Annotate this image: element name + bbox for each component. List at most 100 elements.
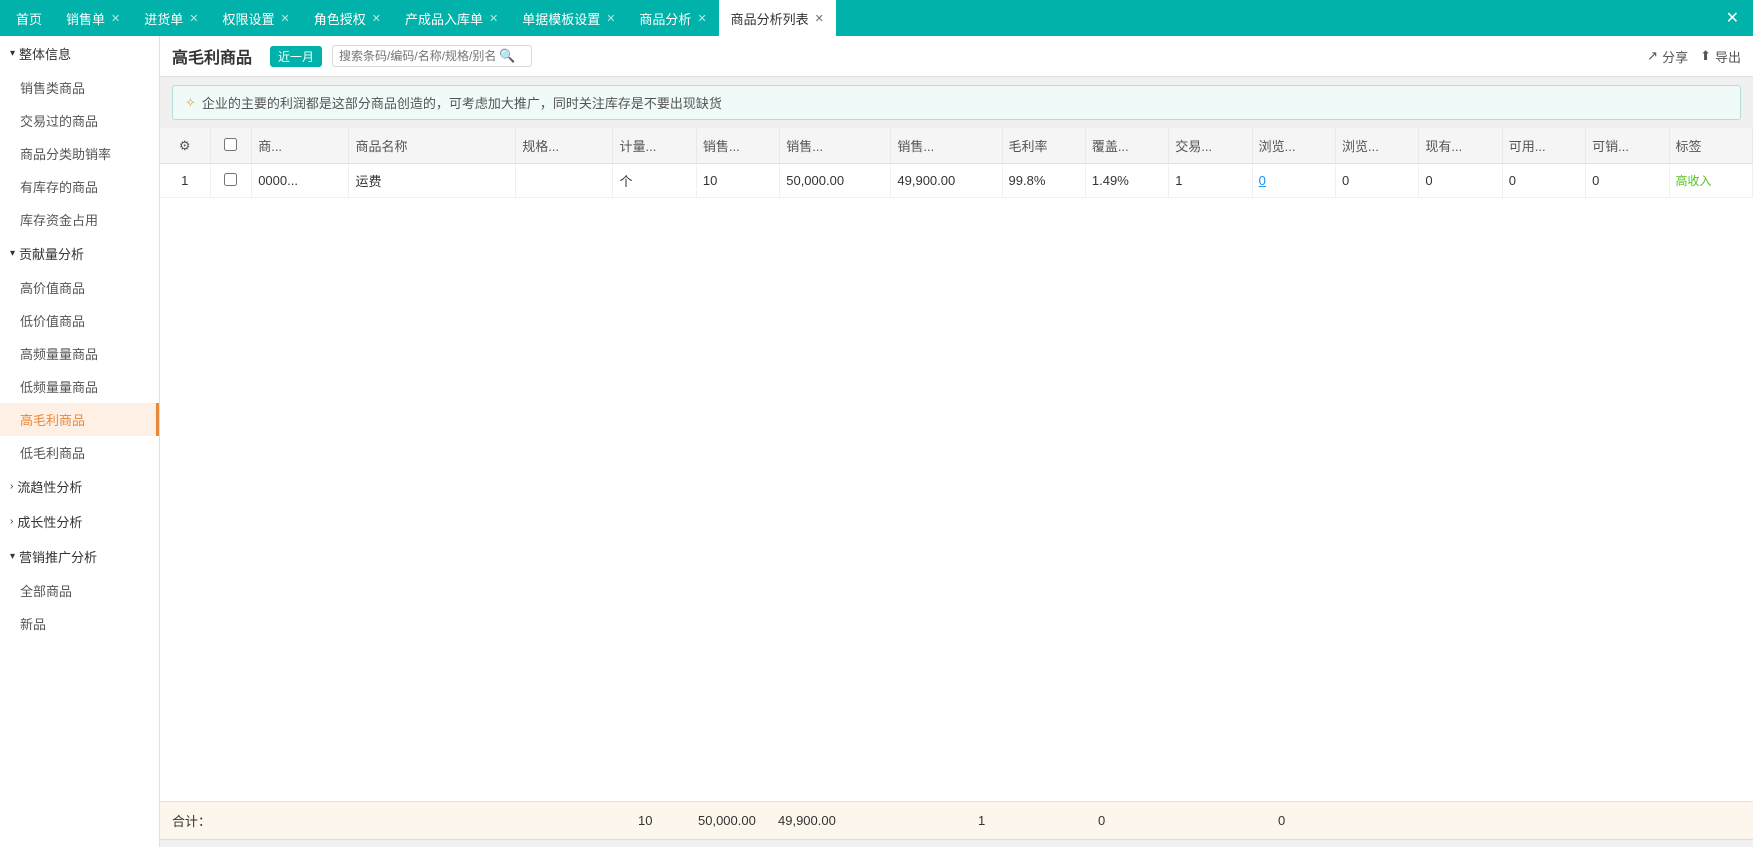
sidebar-item-low-price[interactable]: 低价值商品 <box>0 304 159 337</box>
cell-margin-rate: 99.8% <box>1002 164 1085 198</box>
col-tag: 标签 <box>1669 128 1752 164</box>
sidebar-item-all-goods[interactable]: 全部商品 <box>0 574 159 607</box>
share-icon: ↗ <box>1647 48 1658 64</box>
content-area: 高毛利商品 近一月 🔍 ↗ 分享 ⬆ 导出 ✧ 企业的主要的利润都是这部分商品创… <box>160 36 1753 847</box>
table-row: 1 0000... 运费 个 10 50,000.00 49,900.00 99… <box>160 164 1753 198</box>
cell-transaction: 1 <box>1169 164 1252 198</box>
col-margin-rate: 毛利率 <box>1002 128 1085 164</box>
period-button[interactable]: 近一月 <box>270 46 322 67</box>
footer-browse2: 0 <box>1098 813 1158 828</box>
cell-code: 0000... <box>252 164 349 198</box>
table-wrapper: ⚙ 商... 商品名称 规格... <box>160 128 1753 801</box>
cell-current-stock: 0 <box>1419 164 1502 198</box>
col-checkbox[interactable] <box>210 128 252 164</box>
footer-sellable: 0 <box>1278 813 1338 828</box>
footer-label: 合计： <box>172 811 252 830</box>
row-checkbox[interactable] <box>224 173 237 186</box>
tab-purchase[interactable]: 进货单 ✕ <box>132 0 210 36</box>
col-spec: 规格... <box>516 128 613 164</box>
close-all-button[interactable]: ✕ <box>1716 8 1749 28</box>
close-tab-analysis[interactable]: ✕ <box>697 12 706 25</box>
tab-home[interactable]: 首页 <box>4 0 54 36</box>
header-actions: ↗ 分享 ⬆ 导出 <box>1647 47 1741 66</box>
col-available: 可用... <box>1502 128 1585 164</box>
horizontal-scrollbar[interactable] <box>160 839 1753 847</box>
main-layout: ▾ 整体信息 销售类商品 交易过的商品 商品分类助销率 有库存的商品 库存资金占… <box>0 36 1753 847</box>
sidebar-group-growth[interactable]: › 成长性分析 <box>0 504 159 539</box>
browse1-link[interactable]: 0 <box>1259 173 1266 188</box>
sidebar: ▾ 整体信息 销售类商品 交易过的商品 商品分类助销率 有库存的商品 库存资金占… <box>0 36 160 847</box>
sidebar-item-high-freq[interactable]: 高频量量商品 <box>0 337 159 370</box>
data-table: ⚙ 商... 商品名称 规格... <box>160 128 1753 198</box>
sidebar-item-traded-goods[interactable]: 交易过的商品 <box>0 104 159 137</box>
col-browse2: 浏览... <box>1336 128 1419 164</box>
settings-icon[interactable]: ⚙ <box>179 138 191 153</box>
close-tab-analysis-list[interactable]: ✕ <box>815 12 824 25</box>
col-transaction: 交易... <box>1169 128 1252 164</box>
page-title: 高毛利商品 <box>172 44 252 68</box>
sidebar-item-high-price[interactable]: 高价值商品 <box>0 271 159 304</box>
sidebar-item-new-goods[interactable]: 新品 <box>0 607 159 640</box>
cell-seq: 1 <box>160 164 210 198</box>
close-tab-permissions[interactable]: ✕ <box>281 12 290 25</box>
tab-permissions[interactable]: 权限设置 ✕ <box>210 0 301 36</box>
cell-sales-qty: 10 <box>696 164 779 198</box>
sidebar-group-wealth[interactable]: ▾ 贡献量分析 <box>0 236 159 271</box>
sidebar-group-overall[interactable]: ▾ 整体信息 <box>0 36 159 71</box>
sidebar-item-category-assist[interactable]: 商品分类助销率 <box>0 137 159 170</box>
select-all-checkbox[interactable] <box>224 138 237 151</box>
sidebar-item-sales-goods[interactable]: 销售类商品 <box>0 71 159 104</box>
export-icon: ⬆ <box>1700 48 1711 64</box>
tab-sales[interactable]: 销售单 ✕ <box>54 0 132 36</box>
cell-browse1[interactable]: 0 <box>1252 164 1335 198</box>
search-input[interactable] <box>339 49 499 63</box>
col-settings[interactable]: ⚙ <box>160 128 210 164</box>
tab-product-entry[interactable]: 产成品入库单 ✕ <box>393 0 510 36</box>
sidebar-item-low-margin[interactable]: 低毛利商品 <box>0 436 159 469</box>
search-box: 🔍 <box>332 45 532 67</box>
col-sales-qty: 销售... <box>696 128 779 164</box>
share-button[interactable]: ↗ 分享 <box>1647 47 1688 66</box>
close-tab-roles[interactable]: ✕ <box>372 12 381 25</box>
tab-roles[interactable]: 角色授权 ✕ <box>302 0 393 36</box>
sidebar-group-trend[interactable]: › 流趋性分析 <box>0 469 159 504</box>
tab-analysis-list[interactable]: 商品分析列表 ✕ <box>719 0 836 36</box>
content-header: 高毛利商品 近一月 🔍 ↗ 分享 ⬆ 导出 <box>160 36 1753 77</box>
tab-template[interactable]: 单据模板设置 ✕ <box>510 0 627 36</box>
footer-sales-qty: 10 <box>638 813 698 828</box>
cell-sellable: 0 <box>1586 164 1669 198</box>
close-tab-sales[interactable]: ✕ <box>111 12 120 25</box>
search-icon[interactable]: 🔍 <box>499 48 515 64</box>
col-sales-cost: 销售... <box>891 128 1002 164</box>
close-tab-purchase[interactable]: ✕ <box>189 12 198 25</box>
close-tab-template[interactable]: ✕ <box>606 12 615 25</box>
footer-sales-amount: 50,000.00 <box>698 813 778 828</box>
cell-unit: 个 <box>613 164 696 198</box>
col-code: 商... <box>252 128 349 164</box>
sidebar-group-marketing[interactable]: ▾ 营销推广分析 <box>0 539 159 574</box>
cell-tag: 高收入 <box>1669 164 1752 198</box>
footer-sales-cost: 49,900.00 <box>778 813 858 828</box>
cell-available: 0 <box>1502 164 1585 198</box>
sidebar-item-inventory-goods[interactable]: 有库存的商品 <box>0 170 159 203</box>
arrow-wealth: ▾ <box>10 248 15 259</box>
cell-sales-amount: 50,000.00 <box>780 164 891 198</box>
table-footer: 合计： 10 50,000.00 49,900.00 1 0 0 <box>160 801 1753 839</box>
sidebar-item-inventory-ratio[interactable]: 库存资金占用 <box>0 203 159 236</box>
arrow-trend: › <box>10 481 13 492</box>
col-browse1: 浏览... <box>1252 128 1335 164</box>
col-sales-amount: 销售... <box>780 128 891 164</box>
cell-name: 运费 <box>349 164 516 198</box>
tab-analysis[interactable]: 商品分析 ✕ <box>627 0 718 36</box>
cell-spec <box>516 164 613 198</box>
tip-banner: ✧ 企业的主要的利润都是这部分商品创造的，可考虑加大推广，同时关注库存是不要出现… <box>172 85 1741 120</box>
col-unit: 计量... <box>613 128 696 164</box>
export-button[interactable]: ⬆ 导出 <box>1700 47 1741 66</box>
col-current-stock: 现有... <box>1419 128 1502 164</box>
sidebar-item-high-margin[interactable]: 高毛利商品 <box>0 403 159 436</box>
footer-transaction: 1 <box>978 813 1038 828</box>
close-tab-product-entry[interactable]: ✕ <box>489 12 498 25</box>
cell-checkbox[interactable] <box>210 164 252 198</box>
top-nav: 首页 销售单 ✕ 进货单 ✕ 权限设置 ✕ 角色授权 ✕ 产成品入库单 ✕ 单据… <box>0 0 1753 36</box>
sidebar-item-low-freq[interactable]: 低频量量商品 <box>0 370 159 403</box>
